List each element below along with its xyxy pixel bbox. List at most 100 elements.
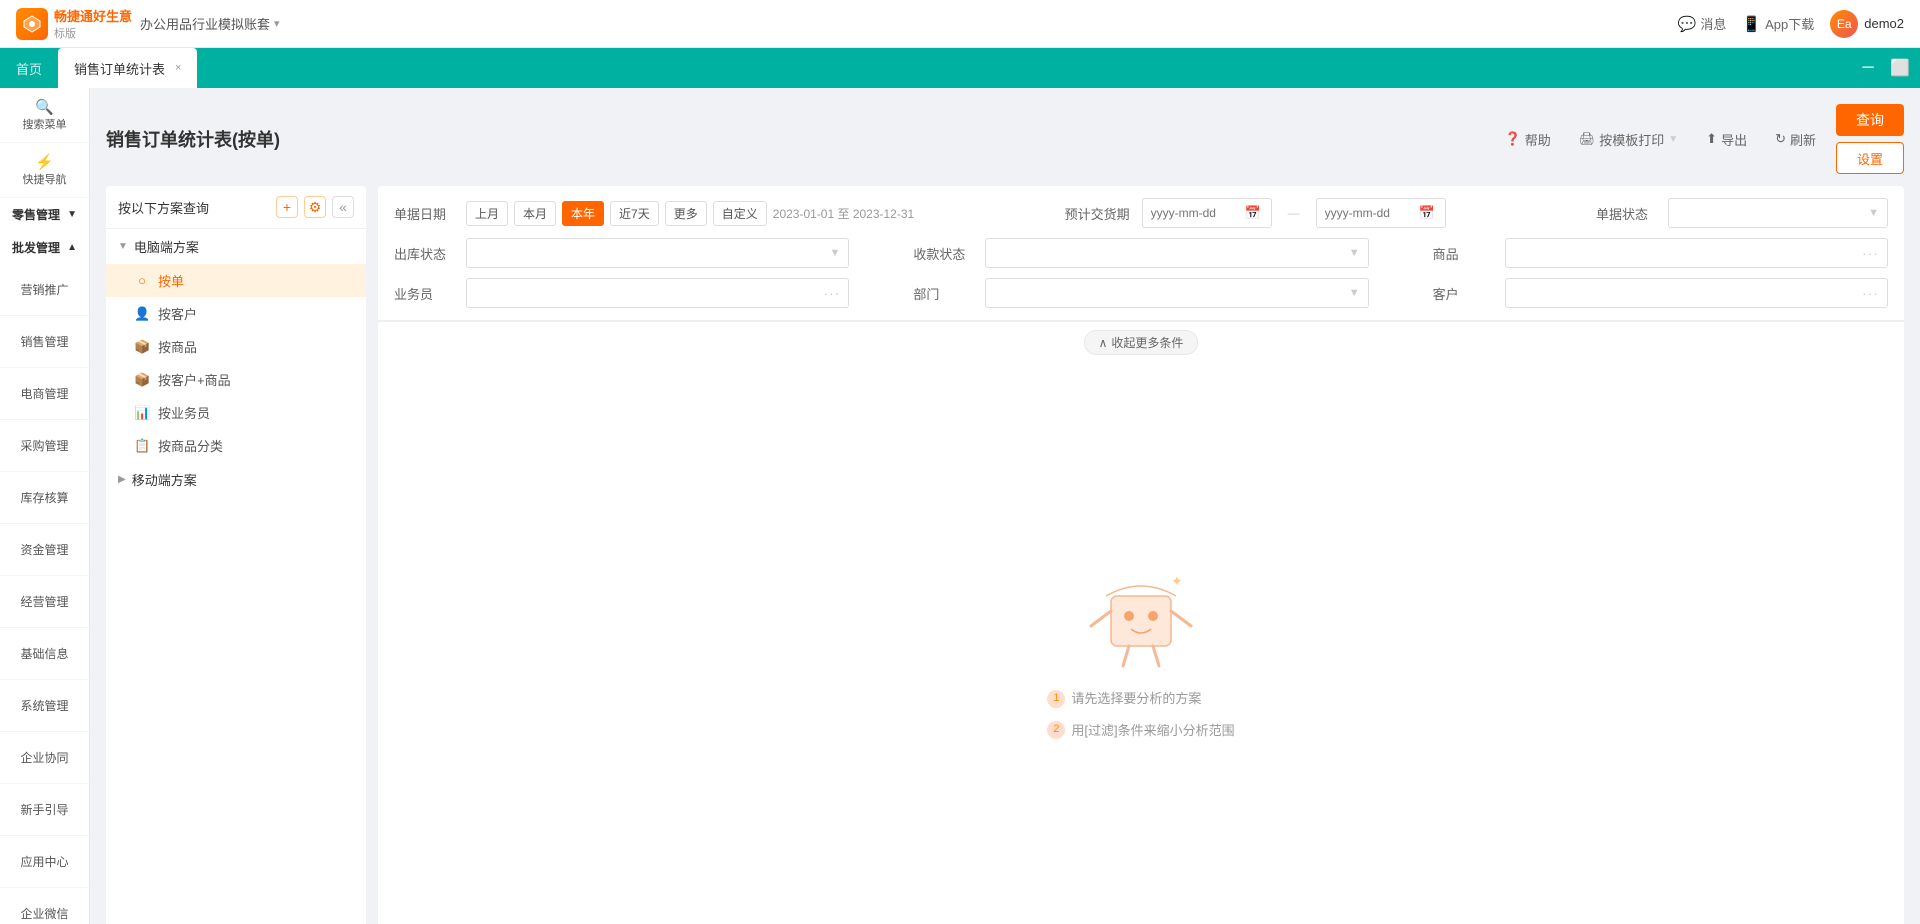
sidebar-item-finance[interactable]: 资金管理: [0, 524, 89, 576]
collapse-bar[interactable]: ∧ 收起更多条件: [378, 321, 1904, 363]
sidebar-item-newbie[interactable]: 新手引导: [0, 784, 89, 836]
scheme-by-customer-label: 按客户: [158, 304, 197, 323]
step-1-text: 请先选择要分析的方案: [1071, 687, 1201, 710]
query-button[interactable]: 查询: [1836, 104, 1904, 136]
collapse-btn[interactable]: ∧ 收起更多条件: [1084, 330, 1199, 355]
expected-date-end-input[interactable]: [1325, 206, 1415, 220]
tab-close-icon[interactable]: ×: [175, 62, 181, 74]
tab-active-label: 销售订单统计表: [74, 59, 165, 78]
left-panel-header: 按以下方案查询 + ⚙ «: [106, 186, 366, 229]
expected-date-start[interactable]: 📅: [1142, 198, 1272, 228]
user-area[interactable]: Ea demo2: [1830, 10, 1904, 38]
header-left: 畅捷通好生意 标版 办公用品行业模拟账套 ▾: [16, 6, 280, 41]
department-label: 部门: [913, 284, 973, 303]
message-label: 消息: [1700, 14, 1726, 33]
sidebar-item-operations[interactable]: 经营管理: [0, 576, 89, 628]
tab-active[interactable]: 销售订单统计表 ×: [58, 48, 197, 88]
date-btn-custom[interactable]: 自定义: [713, 201, 767, 226]
sidebar-item-inventory[interactable]: 库存核算: [0, 472, 89, 524]
expected-date-start-input[interactable]: [1151, 206, 1241, 220]
sidebar-item-retail[interactable]: 零售管理 ▼: [0, 198, 89, 231]
sidebar-item-appcenter[interactable]: 应用中心: [0, 836, 89, 888]
product-select[interactable]: ···: [1505, 238, 1888, 268]
customer-select[interactable]: ···: [1505, 278, 1888, 308]
header-right: 💬 消息 📱 App下载 Ea demo2: [1678, 10, 1904, 38]
add-scheme-btn[interactable]: +: [276, 196, 298, 218]
sidebar-item-ecommerce[interactable]: 电商管理: [0, 368, 89, 420]
scheme-by-product-category[interactable]: 📋 按商品分类: [106, 429, 366, 462]
product-dots-icon[interactable]: ···: [1862, 245, 1879, 261]
sidebar-appcenter-label: 应用中心: [20, 853, 68, 870]
refresh-btn[interactable]: ↻ 刷新: [1767, 126, 1824, 153]
btn-group-right: 查询 设置: [1836, 104, 1904, 174]
salesperson-dots-icon[interactable]: ···: [823, 285, 840, 301]
help-btn[interactable]: ❓ 帮助: [1497, 126, 1559, 153]
expected-date-end[interactable]: 📅: [1316, 198, 1446, 228]
date-btn-last-7[interactable]: 近7天: [610, 201, 659, 226]
sidebar-item-system[interactable]: 系统管理: [0, 680, 89, 732]
tab-minimize-icon[interactable]: ─: [1856, 56, 1880, 80]
logo-text-area: 畅捷通好生意 标版: [54, 6, 132, 41]
content-area: 销售订单统计表(按单) ❓ 帮助 🖨 按模板打印 ▼ ⬆ 导出: [90, 88, 1920, 924]
logo-icon: [16, 8, 48, 40]
template-print-btn[interactable]: 🖨 按模板打印 ▼: [1571, 126, 1686, 153]
settings-button[interactable]: 设置: [1836, 142, 1904, 174]
sidebar-item-sales[interactable]: 销售管理: [0, 316, 89, 368]
department-arrow: ▼: [1349, 287, 1360, 299]
order-status-select[interactable]: ▼: [1668, 198, 1888, 228]
date-btn-more[interactable]: 更多: [665, 201, 707, 226]
sidebar-finance-label: 资金管理: [20, 541, 68, 558]
sidebar-item-corpwx[interactable]: 企业微信: [0, 888, 89, 924]
date-btn-last-month[interactable]: 上月: [466, 201, 508, 226]
sidebar-item-basic[interactable]: 基础信息: [0, 628, 89, 680]
message-btn[interactable]: 💬 消息: [1678, 14, 1727, 33]
tab-home-label: 首页: [16, 59, 42, 78]
app-download-btn[interactable]: 📱 App下载: [1742, 14, 1814, 33]
sidebar-corpwx-label: 企业微信: [20, 905, 68, 922]
sidebar-system-label: 系统管理: [20, 697, 68, 714]
customer-label: 客户: [1433, 284, 1493, 303]
sidebar-search-label: 搜索菜单: [23, 116, 67, 132]
expected-date-label: 预计交货期: [1065, 204, 1130, 223]
payment-status-select[interactable]: ▼: [985, 238, 1368, 268]
department-select[interactable]: ▼: [985, 278, 1368, 308]
scheme-by-order[interactable]: ○ 按单: [106, 264, 366, 297]
pc-group-label: 电脑端方案: [134, 237, 199, 256]
date-btn-this-year[interactable]: 本年: [562, 201, 604, 226]
salesperson-select[interactable]: ···: [466, 278, 849, 308]
pc-group-header[interactable]: ▼ 电脑端方案: [106, 229, 366, 264]
filter-row-2: 出库状态 ▼ 收款状态 ▼: [394, 238, 1888, 268]
sidebar-wholesale-label: 批发管理: [12, 239, 60, 256]
tab-home[interactable]: 首页: [0, 48, 58, 88]
refresh-icon: ↻: [1775, 131, 1786, 147]
app-title-area[interactable]: 办公用品行业模拟账套 ▾: [140, 14, 280, 33]
empty-step-1: 1 请先选择要分析的方案: [1047, 687, 1234, 710]
sidebar-item-search[interactable]: 🔍 搜索菜单: [0, 88, 89, 143]
sidebar-shortcut-label: 快捷导航: [23, 171, 67, 187]
dropdown-icon[interactable]: ▾: [274, 17, 280, 30]
collapse-panel-btn[interactable]: «: [332, 196, 354, 218]
delivery-status-select[interactable]: ▼: [466, 238, 849, 268]
settings-scheme-btn[interactable]: ⚙: [304, 196, 326, 218]
delivery-status-label: 出库状态: [394, 244, 454, 263]
tab-maximize-icon[interactable]: ⬜: [1888, 56, 1912, 80]
step-2-circle: 2: [1047, 721, 1065, 739]
mobile-group-header[interactable]: ▶ 移动端方案: [106, 462, 366, 497]
sidebar-item-wholesale[interactable]: 批发管理 ▲: [0, 231, 89, 264]
date-buttons-group: 上月 本月 本年 近7天 更多 自定义 2023-01-01 至 2023-12…: [466, 201, 914, 226]
sidebar-retail-label: 零售管理: [12, 206, 60, 223]
date-btn-this-month[interactable]: 本月: [514, 201, 556, 226]
sidebar-item-purchase[interactable]: 采购管理: [0, 420, 89, 472]
calendar-start-icon: 📅: [1245, 205, 1261, 221]
customer-dots-icon[interactable]: ···: [1862, 285, 1879, 301]
scheme-by-customer[interactable]: 👤 按客户: [106, 297, 366, 330]
export-btn[interactable]: ⬆ 导出: [1698, 126, 1755, 153]
scheme-by-salesperson[interactable]: 📊 按业务员: [106, 396, 366, 429]
sidebar-item-shortcut[interactable]: ⚡ 快捷导航: [0, 143, 89, 198]
scheme-by-customer-product[interactable]: 📦 按客户+商品: [106, 363, 366, 396]
message-icon: 💬: [1678, 15, 1697, 33]
scheme-by-product[interactable]: 📦 按商品: [106, 330, 366, 363]
sidebar-item-enterprise[interactable]: 企业协同: [0, 732, 89, 784]
sidebar-item-marketing[interactable]: 营销推广: [0, 264, 89, 316]
sidebar-purchase-label: 采购管理: [20, 437, 68, 454]
